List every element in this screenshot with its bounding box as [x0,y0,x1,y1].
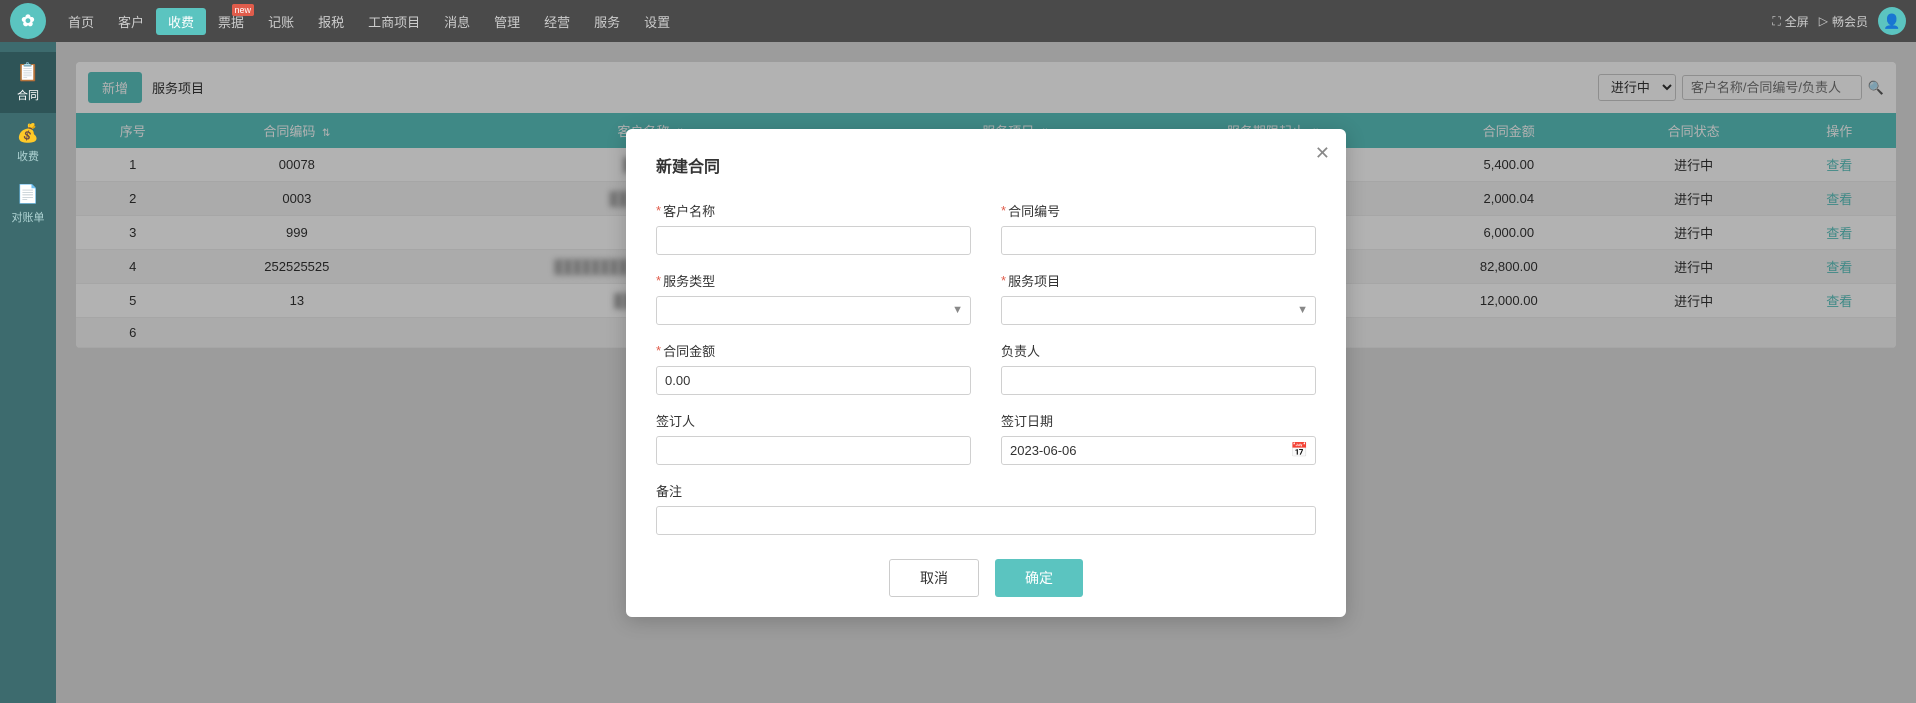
nav-invoice[interactable]: 票据 new [206,8,256,35]
modal-close-button[interactable]: ✕ [1315,143,1330,164]
sidebar-item-statement[interactable]: 📄 对账单 [0,174,56,235]
service-item-select-wrap: ▼ [1001,296,1316,325]
responsible-person-label: 负责人 [1001,341,1316,360]
main-layout: 📋 合同 💰 收费 📄 对账单 新增 服务项目 进行中 已完成 已终止 [0,42,1916,703]
sign-date-wrap: 📅 [1001,436,1316,465]
contract-number-input[interactable] [1001,226,1316,255]
signer-label: 签订人 [656,411,971,430]
customer-name-input[interactable] [656,226,971,255]
service-item-select[interactable] [1001,296,1316,325]
responsible-person-field: 负责人 [1001,341,1316,395]
contract-amount-field: * 合同金额 [656,341,971,395]
calendar-icon[interactable]: 📅 [1291,442,1308,459]
note-field: 备注 [656,481,1316,535]
sign-date-input[interactable] [1001,436,1316,465]
responsible-person-input[interactable] [1001,366,1316,395]
form-grid: * 客户名称 * 合同编号 [656,201,1316,535]
sidebar-item-billing[interactable]: 💰 收费 [0,113,56,174]
contract-number-field: * 合同编号 [1001,201,1316,255]
modal-overlay: 新建合同 ✕ * 客户名称 * 合 [56,42,1916,703]
nav-operations[interactable]: 经营 [532,8,582,35]
sidebar: 📋 合同 💰 收费 📄 对账单 [0,42,56,703]
customer-name-label: * 客户名称 [656,201,971,220]
service-item-label: * 服务项目 [1001,271,1316,290]
nav-management[interactable]: 管理 [482,8,532,35]
note-label: 备注 [656,481,1316,500]
confirm-button[interactable]: 确定 [995,559,1083,597]
top-navigation: ✿ 首页 客户 收费 票据 new 记账 报税 工商项目 消息 管理 经营 服务… [0,0,1916,42]
statement-icon: 📄 [17,184,39,205]
cancel-button[interactable]: 取消 [889,559,979,597]
contract-amount-label: * 合同金额 [656,341,971,360]
service-type-select[interactable] [656,296,971,325]
sidebar-item-contract[interactable]: 📋 合同 [0,52,56,113]
modal-title: 新建合同 [656,153,1316,177]
contract-number-label: * 合同编号 [1001,201,1316,220]
new-contract-modal: 新建合同 ✕ * 客户名称 * 合 [626,129,1346,617]
modal-footer: 取消 确定 [656,559,1316,597]
nav-messages[interactable]: 消息 [432,8,482,35]
nav-right-actions: ⛶ 全屏 ▷ 畅会员 👤 [1772,7,1906,35]
sign-date-field: 签订日期 📅 [1001,411,1316,465]
nav-tax[interactable]: 报税 [306,8,356,35]
nav-business[interactable]: 工商项目 [356,8,432,35]
nav-services[interactable]: 服务 [582,8,632,35]
contract-amount-input[interactable] [656,366,971,395]
nav-home[interactable]: 首页 [56,8,106,35]
signer-input[interactable] [656,436,971,465]
service-type-label: * 服务类型 [656,271,971,290]
nav-settings[interactable]: 设置 [632,8,682,35]
service-item-field: * 服务项目 ▼ [1001,271,1316,325]
signer-field: 签订人 [656,411,971,465]
sign-date-label: 签订日期 [1001,411,1316,430]
fullscreen-button[interactable]: ⛶ 全屏 [1772,13,1808,30]
app-logo[interactable]: ✿ [10,3,46,39]
service-type-field: * 服务类型 ▼ [656,271,971,325]
nav-billing[interactable]: 收费 [156,8,206,35]
member-button[interactable]: ▷ 畅会员 [1819,13,1868,30]
avatar[interactable]: 👤 [1878,7,1906,35]
note-input[interactable] [656,506,1316,535]
customer-name-field: * 客户名称 [656,201,971,255]
nav-bookkeeping[interactable]: 记账 [256,8,306,35]
service-type-select-wrap: ▼ [656,296,971,325]
nav-customer[interactable]: 客户 [106,8,156,35]
content-area: 新增 服务项目 进行中 已完成 已终止 🔍 序号 [56,42,1916,703]
billing-icon: 💰 [17,123,39,144]
fullscreen-icon: ⛶ [1772,14,1780,29]
new-badge: new [232,4,255,16]
contract-icon: 📋 [17,62,39,83]
play-icon: ▷ [1819,14,1828,28]
nav-items: 首页 客户 收费 票据 new 记账 报税 工商项目 消息 管理 经营 服务 设… [56,8,1772,35]
